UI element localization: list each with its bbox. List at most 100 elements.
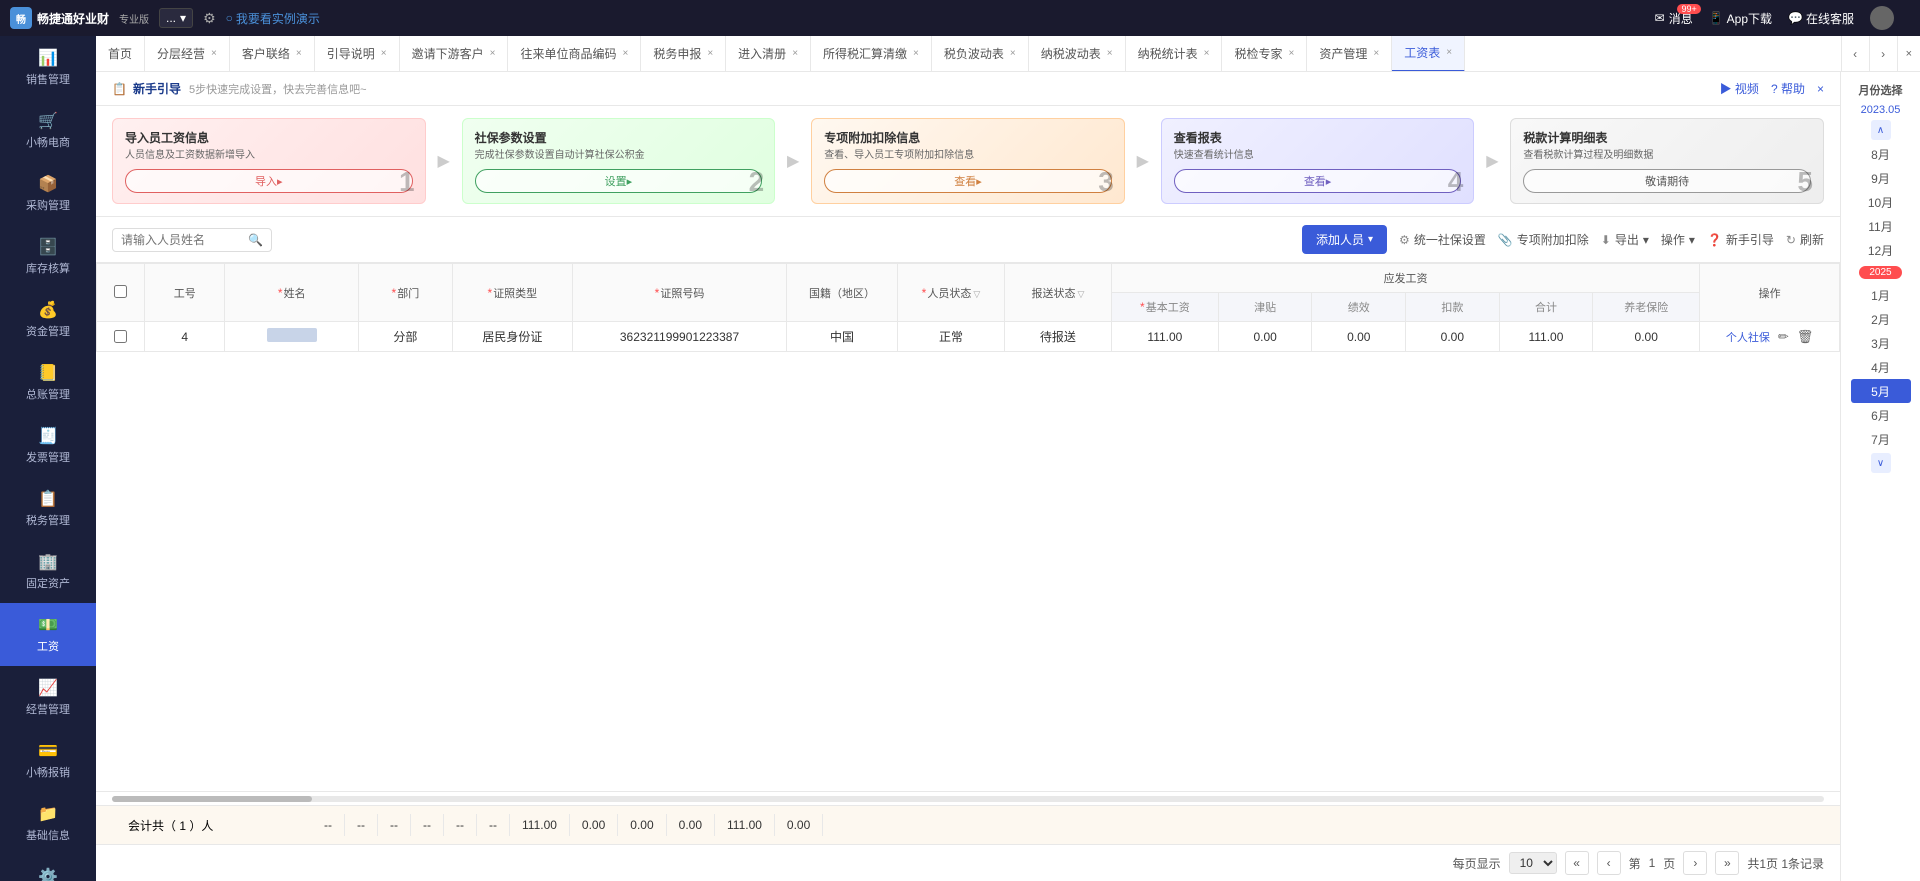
sidebar-item-finance[interactable]: 💰 资金管理 xyxy=(0,288,96,351)
step-4-btn[interactable]: 查看▸ xyxy=(1174,169,1462,193)
sidebar-item-asset[interactable]: 🏢 固定资产 xyxy=(0,540,96,603)
last-page-btn[interactable]: » xyxy=(1715,851,1739,875)
first-page-btn[interactable]: « xyxy=(1565,851,1589,875)
tab-close-all-btn[interactable]: × xyxy=(1898,36,1920,72)
tab-next-btn[interactable]: › xyxy=(1870,36,1898,72)
sidebar-item-sales[interactable]: 📊 销售管理 xyxy=(0,36,96,99)
month-item-1[interactable]: 1月 xyxy=(1851,283,1911,307)
tab-close-icon[interactable]: × xyxy=(1288,48,1294,59)
newguide-btn[interactable]: ❓ 新手引导 xyxy=(1707,231,1774,248)
app-download-btn[interactable]: 📱 App下载 xyxy=(1709,10,1772,27)
month-item-9[interactable]: 9月 xyxy=(1851,166,1911,190)
sidebar-item-purchase[interactable]: 📦 采购管理 xyxy=(0,162,96,225)
tab-close-icon[interactable]: × xyxy=(381,48,387,59)
tab-item-taxstat[interactable]: 纳税统计表 × xyxy=(1126,36,1223,72)
sidebar-item-expense[interactable]: 💳 小畅报销 xyxy=(0,729,96,792)
month-item-7[interactable]: 7月 xyxy=(1851,427,1911,451)
month-item-10[interactable]: 10月 xyxy=(1851,190,1911,214)
sidebar-item-ledger[interactable]: 📒 总账管理 xyxy=(0,351,96,414)
tab-item-layered[interactable]: 分层经营 × xyxy=(145,36,230,72)
scrollbar-track[interactable] xyxy=(112,796,1824,802)
month-item-3[interactable]: 3月 xyxy=(1851,331,1911,355)
tab-item-goods[interactable]: 往来单位商品编码 × xyxy=(508,36,641,72)
month-item-8[interactable]: 8月 xyxy=(1851,142,1911,166)
step-1-btn[interactable]: 导入▸ xyxy=(125,169,413,193)
next-page-btn[interactable]: › xyxy=(1683,851,1707,875)
step-2-btn[interactable]: 设置▸ xyxy=(475,169,763,193)
tab-close-icon[interactable]: × xyxy=(1373,48,1379,59)
month-panel-year[interactable]: 2023.05 xyxy=(1861,102,1901,118)
company-selector[interactable]: ... ▾ xyxy=(159,8,193,28)
settings-icon[interactable]: ⚙ xyxy=(203,10,216,27)
sidebar-item-operation[interactable]: 📈 经营管理 xyxy=(0,666,96,729)
avatar[interactable] xyxy=(1870,6,1894,30)
tab-close-icon[interactable]: × xyxy=(1446,47,1452,58)
step-5-btn[interactable]: 敬请期待 xyxy=(1523,169,1811,193)
tab-item-clearance[interactable]: 进入清册 × xyxy=(726,36,811,72)
tab-item-taxpay[interactable]: 纳税波动表 × xyxy=(1029,36,1126,72)
sidebar-item-invoice[interactable]: 🧾 发票管理 xyxy=(0,414,96,477)
tab-item-incometax[interactable]: 所得税汇算清缴 × xyxy=(811,36,932,72)
tab-item-guide[interactable]: 引导说明 × xyxy=(315,36,400,72)
tab-close-icon[interactable]: × xyxy=(211,48,217,59)
scrollbar-thumb[interactable] xyxy=(112,796,312,802)
sidebar-item-tax[interactable]: 📋 税务管理 xyxy=(0,477,96,540)
select-all-checkbox[interactable] xyxy=(114,285,127,298)
status-sort-icon[interactable]: ▽ xyxy=(973,289,980,299)
add-employee-btn[interactable]: 添加人员 ▾ xyxy=(1302,225,1387,254)
tab-close-icon[interactable]: × xyxy=(296,48,302,59)
social-security-btn[interactable]: ⚙ 统一社保设置 xyxy=(1399,231,1486,248)
tab-close-icon[interactable]: × xyxy=(792,48,798,59)
tab-item-salary[interactable]: 工资表 × xyxy=(1392,36,1465,72)
month-nav-down[interactable]: ∨ xyxy=(1871,453,1891,473)
sidebar-item-base[interactable]: 📁 基础信息 xyxy=(0,792,96,855)
month-item-12[interactable]: 12月 xyxy=(1851,238,1911,262)
tab-home[interactable]: 首页 xyxy=(96,36,145,72)
tab-close-icon[interactable]: × xyxy=(490,48,496,59)
demo-link[interactable]: ○ 我要看实例演示 xyxy=(226,10,320,27)
month-item-11[interactable]: 11月 xyxy=(1851,214,1911,238)
step-3-btn[interactable]: 查看▸ xyxy=(824,169,1112,193)
guide-close-btn[interactable]: × xyxy=(1817,82,1824,96)
special-deduct-btn[interactable]: 📎 专项附加扣除 xyxy=(1498,231,1589,248)
tab-item-taxreport[interactable]: 税务申报 × xyxy=(641,36,726,72)
tab-prev-btn[interactable]: ‹ xyxy=(1842,36,1870,72)
month-item-6[interactable]: 6月 xyxy=(1851,403,1911,427)
prev-page-btn[interactable]: ‹ xyxy=(1597,851,1621,875)
tab-item-taxcheck[interactable]: 税检专家 × xyxy=(1222,36,1307,72)
per-page-select[interactable]: 10 20 50 xyxy=(1509,852,1557,874)
refresh-btn[interactable]: ↻ 刷新 xyxy=(1786,231,1824,248)
search-icon[interactable]: 🔍 xyxy=(248,233,263,247)
sidebar-item-system[interactable]: ⚙️ 系统管理 xyxy=(0,855,96,881)
tab-item-taxburden[interactable]: 税负波动表 × xyxy=(932,36,1029,72)
month-nav-up[interactable]: ∧ xyxy=(1871,120,1891,140)
search-input[interactable] xyxy=(121,233,242,247)
month-item-4[interactable]: 4月 xyxy=(1851,355,1911,379)
year-badge-2025[interactable]: 2025 xyxy=(1859,266,1901,279)
guide-video-btn[interactable]: ▶ 视频 xyxy=(1720,80,1759,97)
sidebar-item-ecommerce[interactable]: 🛒 小畅电商 xyxy=(0,99,96,162)
operation-btn[interactable]: 操作 ▾ xyxy=(1661,231,1695,248)
sidebar-item-inventory[interactable]: 🗄️ 库存核算 xyxy=(0,225,96,288)
tab-close-icon[interactable]: × xyxy=(622,48,628,59)
month-item-2[interactable]: 2月 xyxy=(1851,307,1911,331)
delete-icon[interactable]: 🗑 xyxy=(1797,329,1814,345)
sidebar-item-salary[interactable]: 💵 工资 xyxy=(0,603,96,666)
tab-close-icon[interactable]: × xyxy=(1010,48,1016,59)
tab-item-assets[interactable]: 资产管理 × xyxy=(1307,36,1392,72)
tab-close-icon[interactable]: × xyxy=(1107,48,1113,59)
personal-social-link[interactable]: 个人社保 xyxy=(1726,329,1770,345)
tab-close-icon[interactable]: × xyxy=(913,48,919,59)
row-checkbox[interactable] xyxy=(114,330,127,343)
guide-help-btn[interactable]: ? 帮助 xyxy=(1771,80,1805,97)
tab-close-icon[interactable]: × xyxy=(1204,48,1210,59)
tab-item-customer[interactable]: 客户联络 × xyxy=(230,36,315,72)
tab-close-icon[interactable]: × xyxy=(707,48,713,59)
send-sort-icon[interactable]: ▽ xyxy=(1077,289,1084,299)
edit-icon[interactable]: ✏ xyxy=(1778,329,1789,345)
export-btn[interactable]: ⬇ 导出 ▾ xyxy=(1601,231,1649,248)
tab-item-invite[interactable]: 邀请下游客户 × xyxy=(400,36,509,72)
online-service-btn[interactable]: 💬 在线客服 xyxy=(1788,10,1854,27)
message-btn[interactable]: ✉ 消息 99+ xyxy=(1655,10,1693,27)
month-item-5[interactable]: 5月 xyxy=(1851,379,1911,403)
